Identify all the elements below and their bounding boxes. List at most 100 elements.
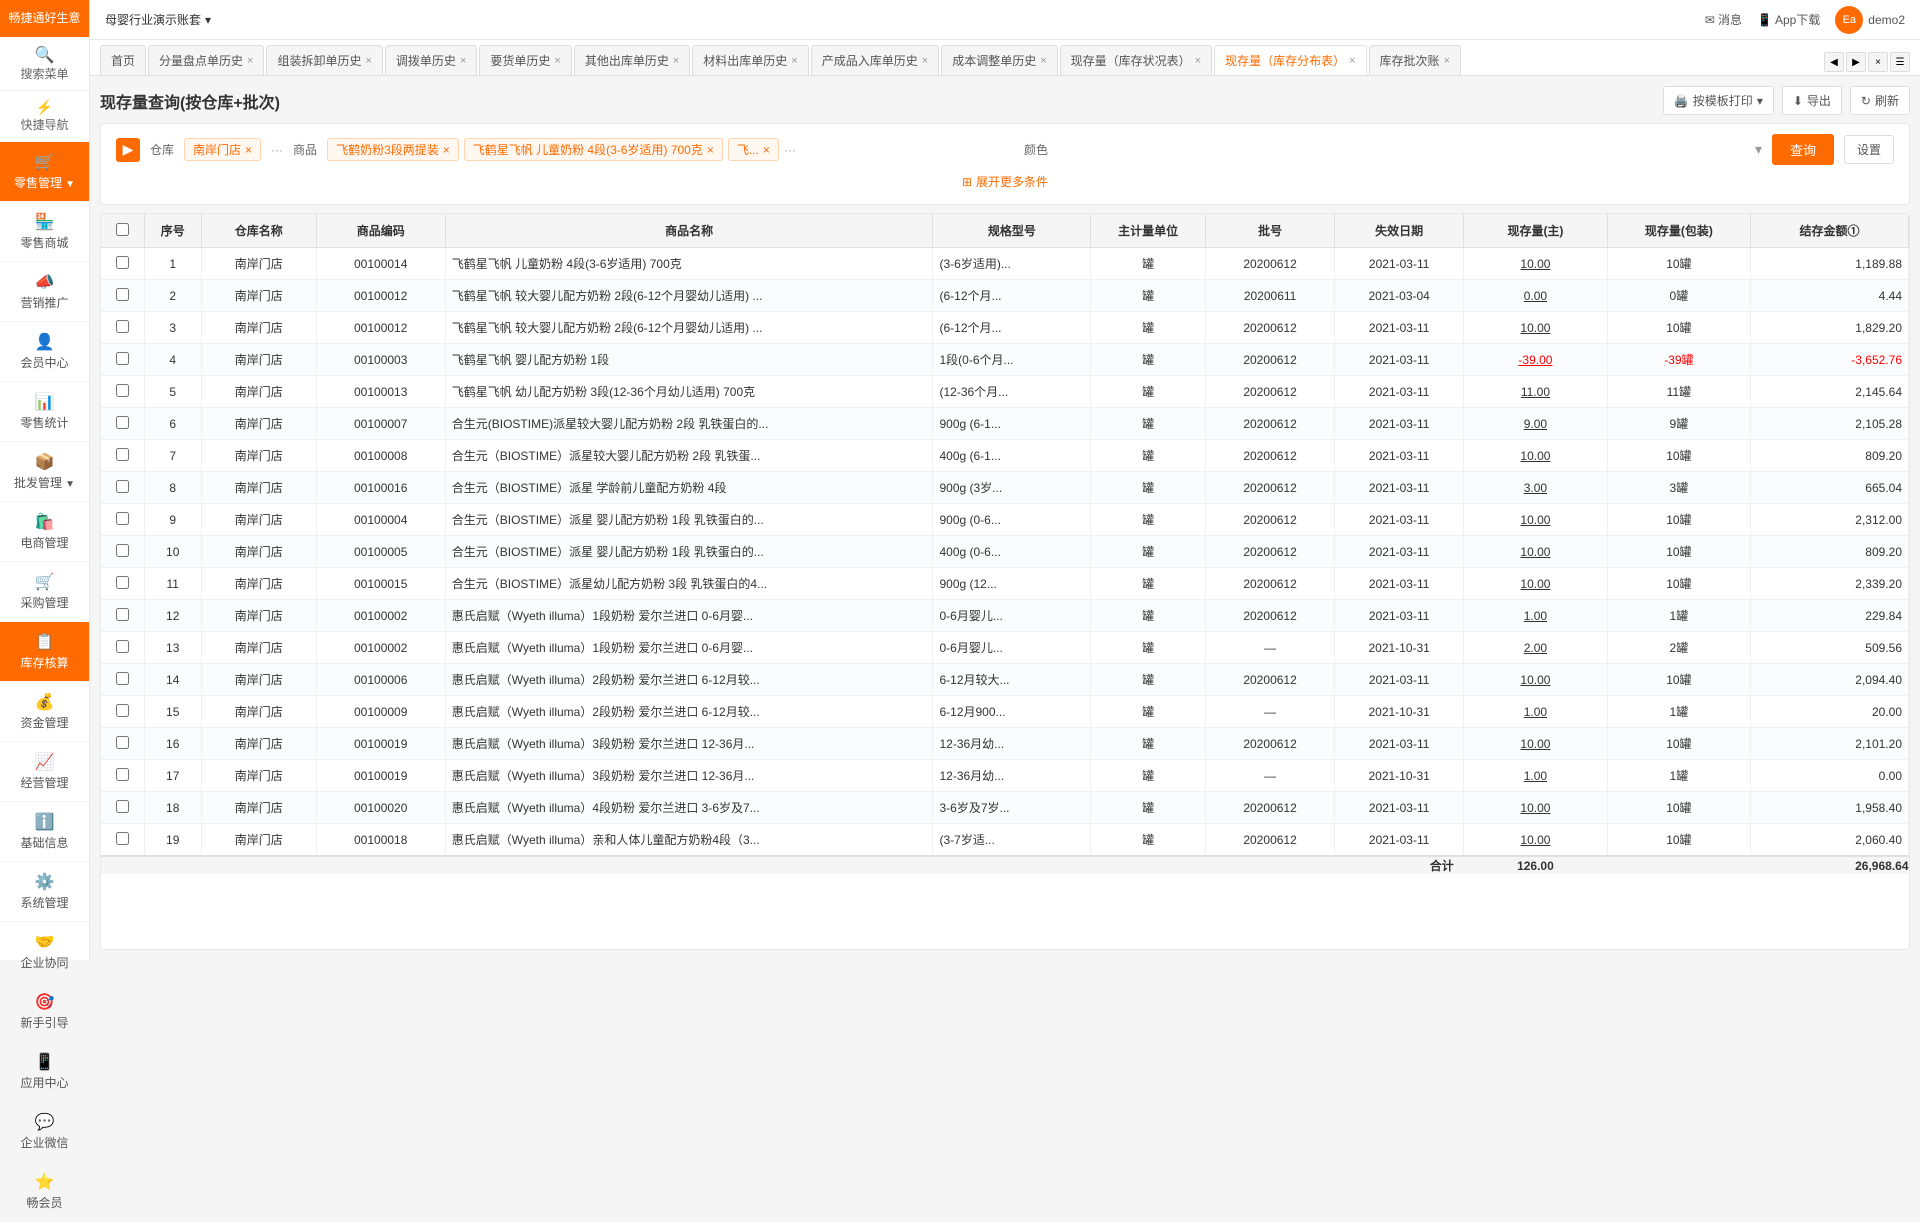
filter-nav-btn[interactable]: ▶ xyxy=(116,138,140,162)
tab-close-qty-status[interactable]: × xyxy=(1195,55,1201,67)
cell-checkbox-5[interactable] xyxy=(101,408,144,440)
cell-qty-main-9[interactable]: 10.00 xyxy=(1464,536,1607,568)
warehouse-tag-nanao[interactable]: 南岸门店 × xyxy=(184,138,261,161)
cell-qty-main-14[interactable]: 1.00 xyxy=(1464,696,1607,728)
tab-cost-adjust[interactable]: 成本调整单历史 × xyxy=(941,45,1057,75)
cell-checkbox-14[interactable] xyxy=(101,696,144,728)
cell-qty-main-0[interactable]: 10.00 xyxy=(1464,248,1607,280)
product-more-btn[interactable]: ··· xyxy=(784,143,796,157)
cell-checkbox-13[interactable] xyxy=(101,664,144,696)
sidebar-item-vip[interactable]: ⭐ 畅会员 xyxy=(0,1162,89,1222)
tab-product-in[interactable]: 产成品入库单历史 × xyxy=(811,45,939,75)
product-tag-p3[interactable]: 飞... × xyxy=(728,138,779,161)
cell-qty-main-18[interactable]: 10.00 xyxy=(1464,824,1607,857)
template-print-btn[interactable]: 🖨️ 按模板打印 ▾ xyxy=(1663,86,1774,115)
export-btn[interactable]: ⬇ 导出 xyxy=(1782,86,1842,115)
product-tag-p1[interactable]: 飞鹤奶粉3段两提装 × xyxy=(327,138,459,161)
sidebar-item-enterprise[interactable]: 🤝 企业协同 xyxy=(0,922,89,982)
warehouse-more-btn[interactable]: ··· xyxy=(271,143,283,157)
settings-btn[interactable]: 设置 xyxy=(1844,135,1894,164)
tab-home[interactable]: 首页 xyxy=(100,45,146,75)
sidebar-item-inventory[interactable]: 📋 库存核算 xyxy=(0,622,89,682)
cell-checkbox-16[interactable] xyxy=(101,760,144,792)
cell-qty-main-4[interactable]: 11.00 xyxy=(1464,376,1607,408)
tab-close-product-in[interactable]: × xyxy=(922,55,928,67)
sidebar-item-enterprise-wx[interactable]: 💬 企业微信 xyxy=(0,1102,89,1162)
cell-checkbox-11[interactable] xyxy=(101,600,144,632)
sidebar-item-purchase[interactable]: 🛒 采购管理 xyxy=(0,562,89,622)
cell-checkbox-4[interactable] xyxy=(101,376,144,408)
cell-qty-main-5[interactable]: 9.00 xyxy=(1464,408,1607,440)
cell-checkbox-1[interactable] xyxy=(101,280,144,312)
cell-checkbox-10[interactable] xyxy=(101,568,144,600)
cell-qty-main-12[interactable]: 2.00 xyxy=(1464,632,1607,664)
remove-product-tag-p3[interactable]: × xyxy=(763,143,770,157)
sidebar-item-batch-mgmt[interactable]: 📦 批发管理 ▼ xyxy=(0,442,89,502)
tab-search[interactable]: 调拨单历史 × xyxy=(385,45,477,75)
app-download-btn[interactable]: 📱 App下载 xyxy=(1757,11,1820,28)
cell-qty-main-3[interactable]: -39.00 xyxy=(1464,344,1607,376)
sidebar-item-operations[interactable]: 📈 经营管理 xyxy=(0,742,89,802)
cell-qty-main-2[interactable]: 10.00 xyxy=(1464,312,1607,344)
sidebar-item-finance[interactable]: 💰 资金管理 xyxy=(0,682,89,742)
sidebar-item-sys-mgmt[interactable]: ⚙️ 系统管理 xyxy=(0,862,89,922)
remove-product-tag-p2[interactable]: × xyxy=(707,143,714,157)
sidebar-quick-nav[interactable]: ⚡ 快捷导航 xyxy=(0,91,89,142)
sidebar-item-retail-mgmt[interactable]: 🛒 零售管理 ▼ xyxy=(0,142,89,202)
tab-nav-menu[interactable]: ☰ xyxy=(1890,52,1910,72)
cell-checkbox-18[interactable] xyxy=(101,824,144,857)
select-all-checkbox[interactable] xyxy=(116,223,129,236)
tab-material-out[interactable]: 材料出库单历史 × xyxy=(692,45,808,75)
tab-close-cost-adjust[interactable]: × xyxy=(1040,55,1046,67)
cell-checkbox-8[interactable] xyxy=(101,504,144,536)
tab-unpack[interactable]: 组装拆卸单历史 × xyxy=(266,45,382,75)
cell-checkbox-0[interactable] xyxy=(101,248,144,280)
account-selector[interactable]: 母婴行业演示账套 ▾ xyxy=(105,11,211,28)
product-tag-p2[interactable]: 飞鹤星飞帆 儿童奶粉 4段(3-6岁适用) 700克 × xyxy=(464,138,723,161)
sidebar-item-retail-mall[interactable]: 🏪 零售商城 xyxy=(0,202,89,262)
cell-checkbox-15[interactable] xyxy=(101,728,144,760)
cell-qty-main-8[interactable]: 10.00 xyxy=(1464,504,1607,536)
tab-current-qty-status[interactable]: 现存量（库存状况表） × xyxy=(1060,45,1212,75)
sidebar-item-retail-stats[interactable]: 📊 零售统计 xyxy=(0,382,89,442)
tab-close-unpack[interactable]: × xyxy=(365,55,371,67)
cell-checkbox-2[interactable] xyxy=(101,312,144,344)
cell-checkbox-6[interactable] xyxy=(101,440,144,472)
cell-qty-main-7[interactable]: 3.00 xyxy=(1464,472,1607,504)
cell-checkbox-3[interactable] xyxy=(101,344,144,376)
tab-current-qty-dist[interactable]: 现存量（库存分布表） × xyxy=(1214,45,1366,75)
tab-close-qty-dist[interactable]: × xyxy=(1349,55,1355,67)
user-area[interactable]: Ea demo2 xyxy=(1835,6,1905,34)
cell-checkbox-9[interactable] xyxy=(101,536,144,568)
expand-more-btn[interactable]: ⊞ 展开更多条件 xyxy=(116,169,1894,194)
message-btn[interactable]: ✉ 消息 xyxy=(1705,11,1742,28)
remove-warehouse-tag[interactable]: × xyxy=(245,143,252,157)
query-btn[interactable]: 查询 xyxy=(1772,134,1834,165)
sidebar-item-new-guide[interactable]: 🎯 新手引导 xyxy=(0,982,89,1042)
tab-other-out[interactable]: 其他出库单历史 × xyxy=(574,45,690,75)
tab-batch-record[interactable]: 库存批次账 × xyxy=(1369,45,1461,75)
cell-checkbox-17[interactable] xyxy=(101,792,144,824)
cell-qty-main-15[interactable]: 10.00 xyxy=(1464,728,1607,760)
tab-nav-next[interactable]: ▶ xyxy=(1846,52,1866,72)
cell-qty-main-1[interactable]: 0.00 xyxy=(1464,280,1607,312)
cell-qty-main-13[interactable]: 10.00 xyxy=(1464,664,1607,696)
cell-qty-main-11[interactable]: 1.00 xyxy=(1464,600,1607,632)
tab-requisition[interactable]: 要货单历史 × xyxy=(479,45,571,75)
sidebar-item-member[interactable]: 👤 会员中心 xyxy=(0,322,89,382)
tab-nav-close[interactable]: × xyxy=(1868,52,1888,72)
tab-close-search[interactable]: × xyxy=(460,55,466,67)
sidebar-item-basic-info[interactable]: ℹ️ 基础信息 xyxy=(0,802,89,862)
sidebar-search[interactable]: 🔍 搜索菜单 xyxy=(0,37,89,91)
tab-split-inventory[interactable]: 分量盘点单历史 × xyxy=(148,45,264,75)
remove-product-tag-p1[interactable]: × xyxy=(443,143,450,157)
tab-close-split-inventory[interactable]: × xyxy=(247,55,253,67)
sidebar-item-app-center[interactable]: 📱 应用中心 xyxy=(0,1042,89,1102)
tab-nav-prev[interactable]: ◀ xyxy=(1824,52,1844,72)
sidebar-item-ecommerce[interactable]: 🛍️ 电商管理 xyxy=(0,502,89,562)
tab-close-other-out[interactable]: × xyxy=(673,55,679,67)
tab-close-requisition[interactable]: × xyxy=(554,55,560,67)
tab-close-material-out[interactable]: × xyxy=(791,55,797,67)
color-dropdown-icon[interactable]: ▾ xyxy=(1755,141,1762,158)
tab-close-batch-record[interactable]: × xyxy=(1444,55,1450,67)
